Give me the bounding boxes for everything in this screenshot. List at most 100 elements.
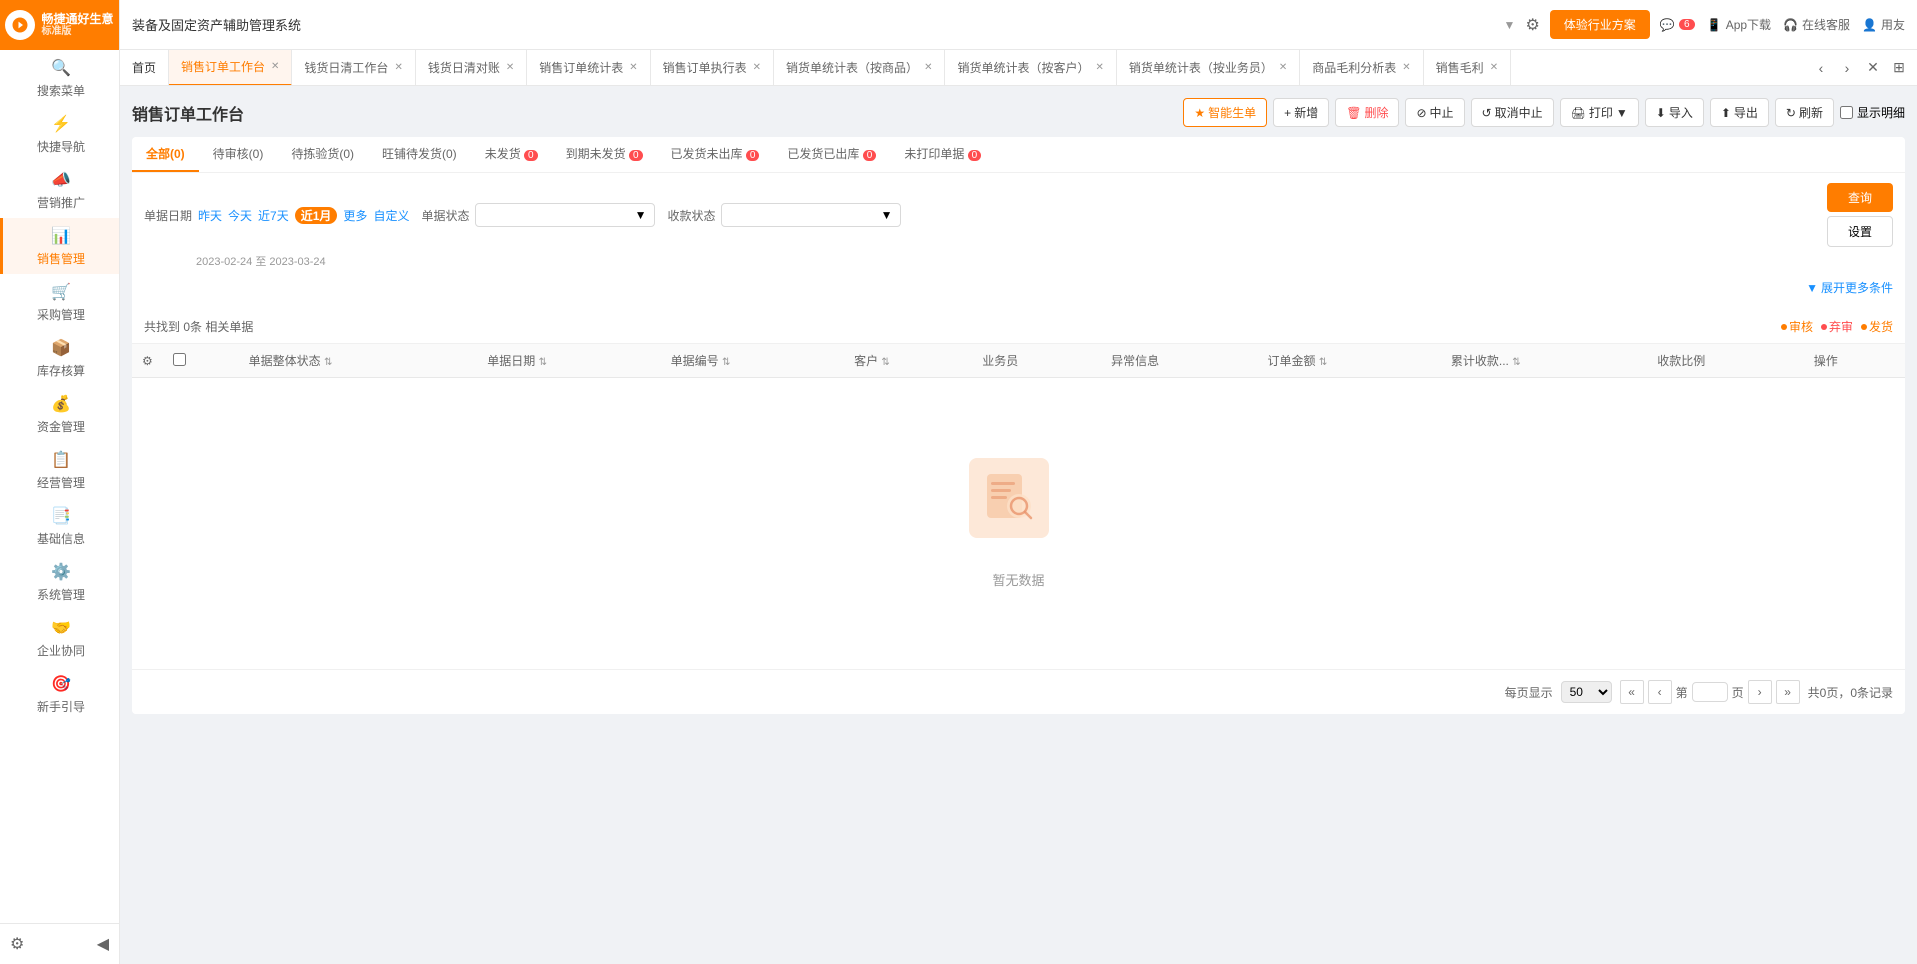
tab-next-btn[interactable]: › [1835,56,1859,80]
import-btn[interactable]: ⬇ 导入 [1645,98,1704,127]
sidebar-item-search[interactable]: 🔍 搜索菜单 [0,50,119,106]
refresh-btn[interactable]: ↻ 刷新 [1775,98,1834,127]
show-detail-label[interactable]: 显示明细 [1840,104,1905,121]
filter-tab-not-shipped[interactable]: 未发货 0 [471,137,552,172]
tab-margin-table[interactable]: 商品毛利分析表 ✕ [1300,50,1423,86]
setting-btn[interactable]: 设置 [1827,216,1893,247]
topbar-settings-icon[interactable]: ⚙ [1525,15,1539,35]
sidebar-item-quick-nav[interactable]: ⚡ 快捷导航 [0,106,119,162]
sidebar-item-system[interactable]: ⚙️ 系统管理 [0,554,119,610]
tab-close-sales-stats[interactable]: ✕ [629,62,637,73]
tab-sales-by-product[interactable]: 销货单统计表（按商品） ✕ [774,50,945,86]
review-op-btn[interactable]: 审核 [1781,318,1813,335]
search-icon: 🔍 [51,58,71,78]
sidebar-item-inventory[interactable]: 📦 库存核算 [0,330,119,386]
page-num-input[interactable]: 1 [1692,682,1728,702]
online-support-btn[interactable]: 🎧 在线客服 [1783,16,1850,33]
sort-date-icon[interactable]: ⇅ [539,357,547,368]
tab-close-sales-exec[interactable]: ✕ [753,62,761,73]
query-btn[interactable]: 查询 [1827,183,1893,212]
stop-btn[interactable]: ⊘ 中止 [1405,98,1464,127]
sidebar-item-operation[interactable]: 📋 经营管理 [0,442,119,498]
tab-cash-reconcile[interactable]: 钱货日清对账 ✕ [416,50,527,86]
filter-tab-shipped-not-out[interactable]: 已发货未出库 0 [657,137,774,172]
settings-icon[interactable]: ⚙ [10,934,24,954]
experience-btn[interactable]: 体验行业方案 [1550,10,1650,39]
sort-collected-icon[interactable]: ⇅ [1512,357,1520,368]
app-download-btn[interactable]: 📱 App下载 [1707,16,1771,33]
tab-close-sales-by-staff[interactable]: ✕ [1279,62,1287,73]
message-btn[interactable]: 💬 6 [1660,18,1695,32]
page-prev-btn[interactable]: ‹ [1648,680,1672,704]
import-icon: ⬇ [1656,106,1666,120]
tab-sales-more[interactable]: 销售毛利 ✕ [1424,50,1511,86]
tab-sales-stats[interactable]: 销售订单统计表 ✕ [527,50,650,86]
tab-close-cash-daily[interactable]: ✕ [394,62,402,73]
tab-sales-exec[interactable]: 销售订单执行表 ✕ [651,50,774,86]
tab-close-cash-reconcile[interactable]: ✕ [506,62,514,73]
ship-op-btn[interactable]: 发货 [1861,318,1893,335]
date-option-today[interactable]: 今天 [228,207,252,224]
sidebar-item-purchase[interactable]: 🛒 采购管理 [0,274,119,330]
print-btn[interactable]: 🖨 打印 ▼ [1560,98,1639,127]
filter-tab-all[interactable]: 全部(0) [132,137,199,172]
sidebar: 畅捷通好生意 标准版 🔍 搜索菜单 ⚡ 快捷导航 📣 营销推广 📊 销售管理 🛒… [0,0,120,964]
dropdown-arrow-icon[interactable]: ▼ [1504,18,1516,32]
cancel-review-op-btn[interactable]: 弃审 [1821,318,1853,335]
sort-customer-icon[interactable]: ⇅ [881,357,889,368]
th-settings[interactable]: ⚙ [132,344,163,378]
tab-close-sales-workbench[interactable]: ✕ [271,61,279,72]
user-btn[interactable]: 👤 用友 [1862,16,1905,33]
headset-icon: 🎧 [1783,18,1798,32]
filter-tab-pending-inspect[interactable]: 待拣验货(0) [277,137,368,172]
per-page-select[interactable]: 50 20 100 [1561,681,1612,703]
page-last-btn[interactable]: » [1776,680,1800,704]
tab-close-margin-table[interactable]: ✕ [1402,62,1410,73]
sort-status-icon[interactable]: ⇅ [324,357,332,368]
sidebar-item-finance[interactable]: 💰 资金管理 [0,386,119,442]
filter-tab-not-printed[interactable]: 未打印单据 0 [890,137,995,172]
status-select[interactable]: ▼ [475,203,655,227]
tab-sales-by-customer[interactable]: 销货单统计表（按客户） ✕ [945,50,1116,86]
date-option-more[interactable]: 更多 [343,207,367,224]
delete-btn[interactable]: 🗑 删除 [1335,98,1399,127]
tab-sales-workbench[interactable]: 销售订单工作台 ✕ [169,50,292,86]
date-option-1month[interactable]: 近1月 [295,207,338,224]
filter-tab-expired[interactable]: 到期未发货 0 [552,137,657,172]
smart-generate-btn[interactable]: ★ 智能生单 [1183,98,1267,127]
show-detail-checkbox[interactable] [1840,106,1853,119]
sort-number-icon[interactable]: ⇅ [722,357,730,368]
sidebar-item-label: 资金管理 [37,418,85,435]
payment-select[interactable]: ▼ [721,203,901,227]
date-option-7days[interactable]: 近7天 [258,207,289,224]
tab-prev-btn[interactable]: ‹ [1809,56,1833,80]
sidebar-item-sales[interactable]: 📊 销售管理 [0,218,119,274]
tab-close-sales-by-product[interactable]: ✕ [924,62,932,73]
add-btn[interactable]: + 新增 [1273,98,1329,127]
select-all-checkbox[interactable] [173,353,186,366]
filter-tab-wangpu[interactable]: 旺铺待发货(0) [368,137,471,172]
page-first-btn[interactable]: « [1620,680,1644,704]
cancel-stop-btn[interactable]: ↺ 取消中止 [1471,98,1554,127]
sidebar-item-guide[interactable]: 🎯 新手引导 [0,666,119,722]
collapse-icon[interactable]: ◀ [97,934,109,954]
th-checkbox[interactable] [163,344,239,378]
export-btn[interactable]: ⬆ 导出 [1710,98,1769,127]
tab-close-sales-more[interactable]: ✕ [1490,62,1498,73]
tab-sales-by-staff[interactable]: 销货单统计表（按业务员） ✕ [1117,50,1300,86]
tab-expand-btn[interactable]: ⊞ [1887,56,1911,80]
date-option-custom[interactable]: 自定义 [373,207,409,224]
page-next-btn[interactable]: › [1748,680,1772,704]
sort-amount-icon[interactable]: ⇅ [1319,357,1327,368]
expand-conditions-btn[interactable]: ▼ 展开更多条件 [1806,279,1893,296]
tab-close-all-btn[interactable]: ✕ [1861,56,1885,80]
date-option-yesterday[interactable]: 昨天 [198,207,222,224]
filter-tab-shipped-out[interactable]: 已发货已出库 0 [773,137,890,172]
tab-cash-daily[interactable]: 钱货日清工作台 ✕ [292,50,415,86]
sidebar-item-marketing[interactable]: 📣 营销推广 [0,162,119,218]
sidebar-item-basic-info[interactable]: 📑 基础信息 [0,498,119,554]
filter-tab-pending-review[interactable]: 待审核(0) [199,137,278,172]
tab-home[interactable]: 首页 [120,50,169,86]
tab-close-sales-by-customer[interactable]: ✕ [1095,62,1103,73]
sidebar-item-enterprise[interactable]: 🤝 企业协同 [0,610,119,666]
